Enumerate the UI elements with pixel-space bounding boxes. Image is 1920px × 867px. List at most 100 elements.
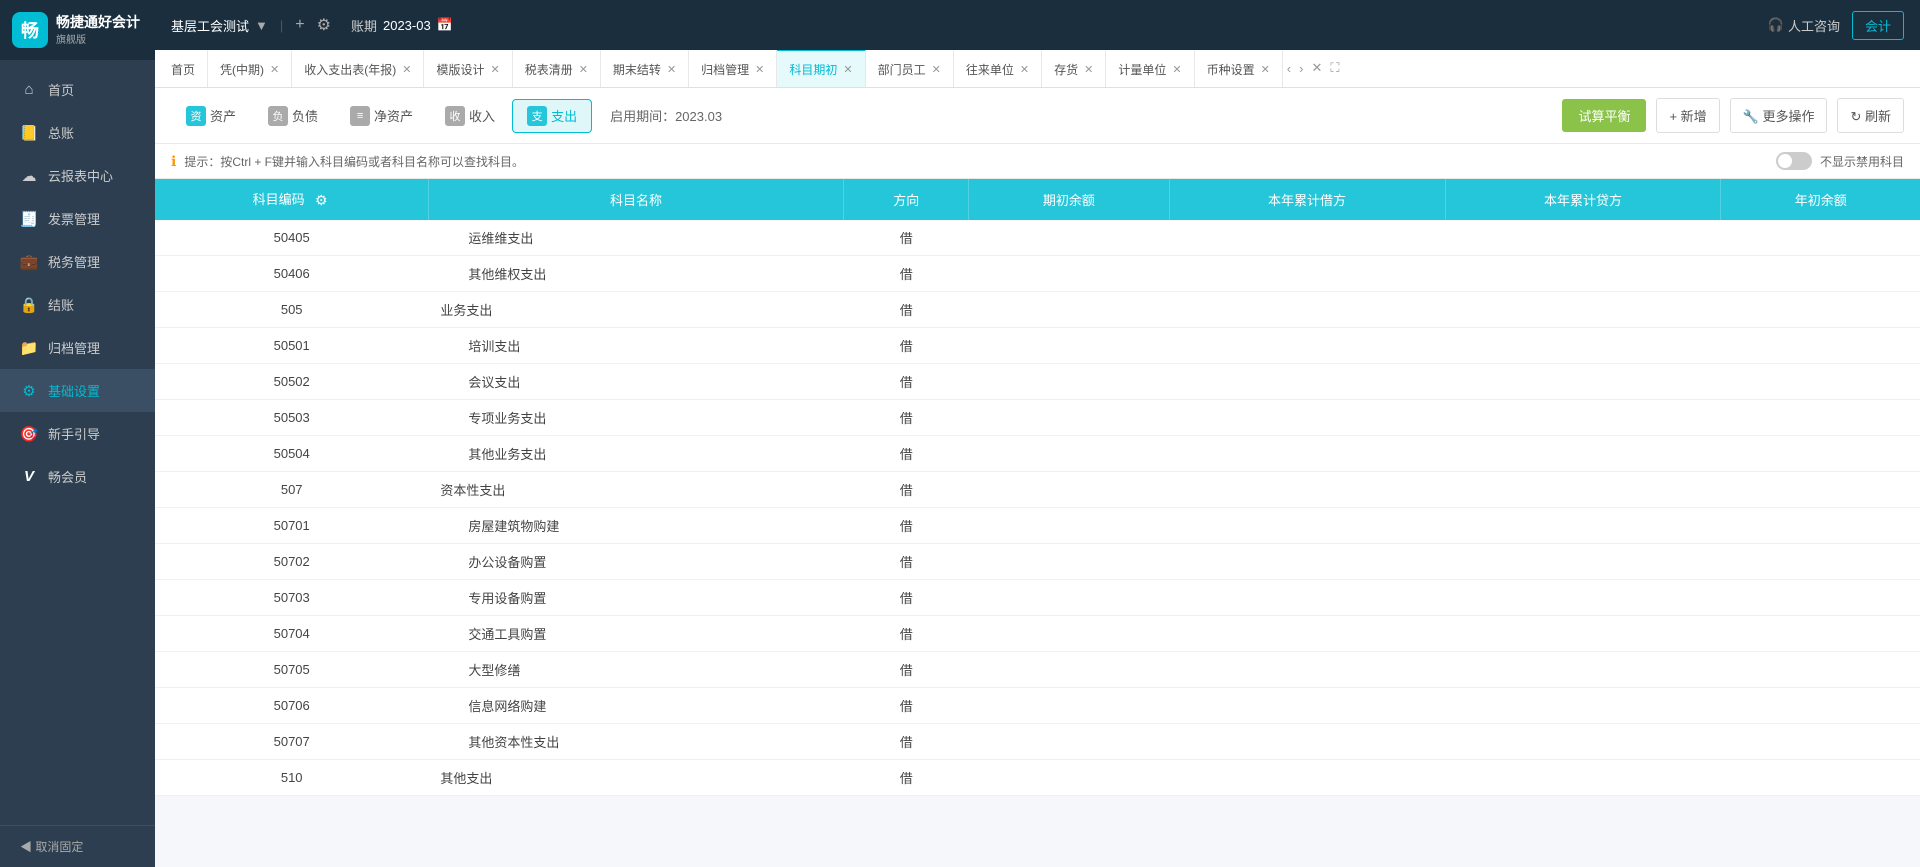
sidebar-collapse-btn[interactable]: ◀ 取消固定 [0, 825, 155, 867]
sidebar-item-reports[interactable]: ☁ 云报表中心 [0, 154, 155, 197]
more-btn[interactable]: 🔧 更多操作 [1730, 98, 1828, 133]
row-ytd-credit [1445, 435, 1721, 471]
row-opening [969, 507, 1169, 543]
tab-close-icon[interactable]: ✕ [1261, 63, 1270, 76]
row-code: 50705 [155, 651, 428, 687]
filter-tab-equity[interactable]: ≡ 净资产 [335, 99, 428, 133]
row-code: 50707 [155, 723, 428, 759]
row-ytd-debit [1169, 687, 1445, 723]
table-row: 505 业务支出 借 [155, 291, 1920, 327]
tab-close-icon[interactable]: ✕ [579, 63, 588, 76]
row-opening [969, 399, 1169, 435]
balance-btn[interactable]: 试算平衡 [1562, 99, 1646, 132]
sidebar-item-settings[interactable]: ⚙ 基础设置 [0, 369, 155, 412]
tab-unit[interactable]: 计量单位 ✕ [1106, 50, 1194, 87]
filter-tab-income[interactable]: 收 收入 [430, 99, 510, 133]
workspace-settings-icon[interactable]: ⚙ [317, 15, 331, 35]
row-ytd-credit [1445, 543, 1721, 579]
tab-voucher[interactable]: 凭(中期) ✕ [208, 50, 292, 87]
sidebar-item-archive[interactable]: 📁 归档管理 [0, 326, 155, 369]
tab-close-icon[interactable]: ✕ [1020, 63, 1029, 76]
row-code: 50706 [155, 687, 428, 723]
add-workspace-icon[interactable]: + [295, 16, 304, 34]
account-button[interactable]: 会计 [1852, 11, 1904, 40]
topbar-org: 基层工会测试 ▼ [171, 16, 268, 35]
tab-close-icon[interactable]: ✕ [932, 63, 941, 76]
chevron-down-icon[interactable]: ▼ [255, 18, 268, 33]
tab-close-icon[interactable]: ✕ [270, 63, 279, 76]
tab-close-icon[interactable]: ✕ [843, 63, 852, 76]
notice-right: 不显示禁用科目 [1776, 152, 1904, 170]
toggle-label: 不显示禁用科目 [1820, 153, 1904, 170]
tab-home[interactable]: 首页 [159, 50, 208, 87]
calendar-icon[interactable]: 📅 [437, 17, 453, 33]
tab-income[interactable]: 收入支出表(年报) ✕ [292, 50, 424, 87]
row-ytd-debit [1169, 543, 1445, 579]
row-name: 大型修缮 [428, 651, 843, 687]
col-opening: 期初余额 [969, 179, 1169, 220]
tab-scroll-right[interactable]: › [1295, 50, 1307, 87]
sidebar-item-closing[interactable]: 🔒 结账 [0, 283, 155, 326]
tab-close-icon[interactable]: ✕ [1084, 63, 1093, 76]
sidebar-item-guide[interactable]: 🎯 新手引导 [0, 412, 155, 455]
sidebar-item-invoice[interactable]: 🧾 发票管理 [0, 197, 155, 240]
logo-icon: 畅 [12, 12, 48, 48]
row-year-opening [1721, 471, 1920, 507]
tab-close-icon[interactable]: ✕ [490, 63, 499, 76]
tab-scroll-left[interactable]: ‹ [1283, 50, 1295, 87]
tab-close-all[interactable]: ✕ [1307, 50, 1326, 87]
refresh-btn[interactable]: ↻ 刷新 [1837, 98, 1904, 133]
sidebar-item-tax[interactable]: 💼 税务管理 [0, 240, 155, 283]
tab-close-icon[interactable]: ✕ [402, 63, 411, 76]
tab-closing[interactable]: 期末结转 ✕ [601, 50, 689, 87]
tab-close-icon[interactable]: ✕ [1172, 63, 1181, 76]
col-year-opening: 年初余额 [1721, 179, 1920, 220]
column-settings-icon[interactable]: ⚙ [312, 192, 330, 210]
sidebar-item-member[interactable]: V 畅会员 [0, 455, 155, 498]
row-opening [969, 255, 1169, 291]
row-name: 业务支出 [428, 291, 843, 327]
invoice-icon: 🧾 [20, 210, 38, 228]
sidebar-item-label: 归档管理 [48, 338, 100, 357]
sidebar-item-label: 云报表中心 [48, 166, 113, 185]
tab-inventory[interactable]: 存货 ✕ [1042, 50, 1106, 87]
row-opening [969, 579, 1169, 615]
row-year-opening [1721, 543, 1920, 579]
table-header-row: 科目编码 ⚙ 科目名称 方向 期初余额 本年累计借方 本年累计贷方 年初余额 [155, 179, 1920, 220]
tab-dept[interactable]: 部门员工 ✕ [866, 50, 954, 87]
tab-subject-init[interactable]: 科目期初 ✕ [777, 50, 865, 87]
tab-close-icon[interactable]: ✕ [755, 63, 764, 76]
row-year-opening [1721, 291, 1920, 327]
help-btn[interactable]: 🎧 人工咨询 [1768, 16, 1840, 35]
filter-tab-liability[interactable]: 负 负债 [253, 99, 333, 133]
add-btn[interactable]: + 新增 [1656, 98, 1719, 133]
tab-customers[interactable]: 往来单位 ✕ [954, 50, 1042, 87]
row-ytd-debit [1169, 723, 1445, 759]
filter-tab-expense[interactable]: 支 支出 [512, 99, 592, 133]
tab-template[interactable]: 模版设计 ✕ [424, 50, 512, 87]
tab-archive[interactable]: 归档管理 ✕ [689, 50, 777, 87]
asset-icon: 资 [186, 106, 206, 126]
disabled-toggle[interactable] [1776, 152, 1812, 170]
period-value: 2023-03 [383, 18, 431, 33]
row-name: 办公设备购置 [428, 543, 843, 579]
filter-tab-asset[interactable]: 资 资产 [171, 99, 251, 133]
expense-icon: 支 [527, 106, 547, 126]
closing-icon: 🔒 [20, 296, 38, 314]
sidebar-item-home[interactable]: ⌂ 首页 [0, 68, 155, 111]
row-name: 会议支出 [428, 363, 843, 399]
settings-icon: ⚙ [20, 382, 38, 400]
tab-currency[interactable]: 币种设置 ✕ [1195, 50, 1283, 87]
row-ytd-debit [1169, 471, 1445, 507]
row-ytd-credit [1445, 291, 1721, 327]
row-year-opening [1721, 363, 1920, 399]
tab-taxclear[interactable]: 税表清册 ✕ [513, 50, 601, 87]
filter-tab-label: 收入 [469, 106, 495, 125]
tab-expand[interactable]: ⛶ [1326, 50, 1343, 87]
tab-close-icon[interactable]: ✕ [667, 63, 676, 76]
table-row: 50701 房屋建筑物购建 借 [155, 507, 1920, 543]
row-opening [969, 220, 1169, 256]
row-ytd-debit [1169, 651, 1445, 687]
sidebar-item-ledger[interactable]: 📒 总账 [0, 111, 155, 154]
row-ytd-debit [1169, 615, 1445, 651]
